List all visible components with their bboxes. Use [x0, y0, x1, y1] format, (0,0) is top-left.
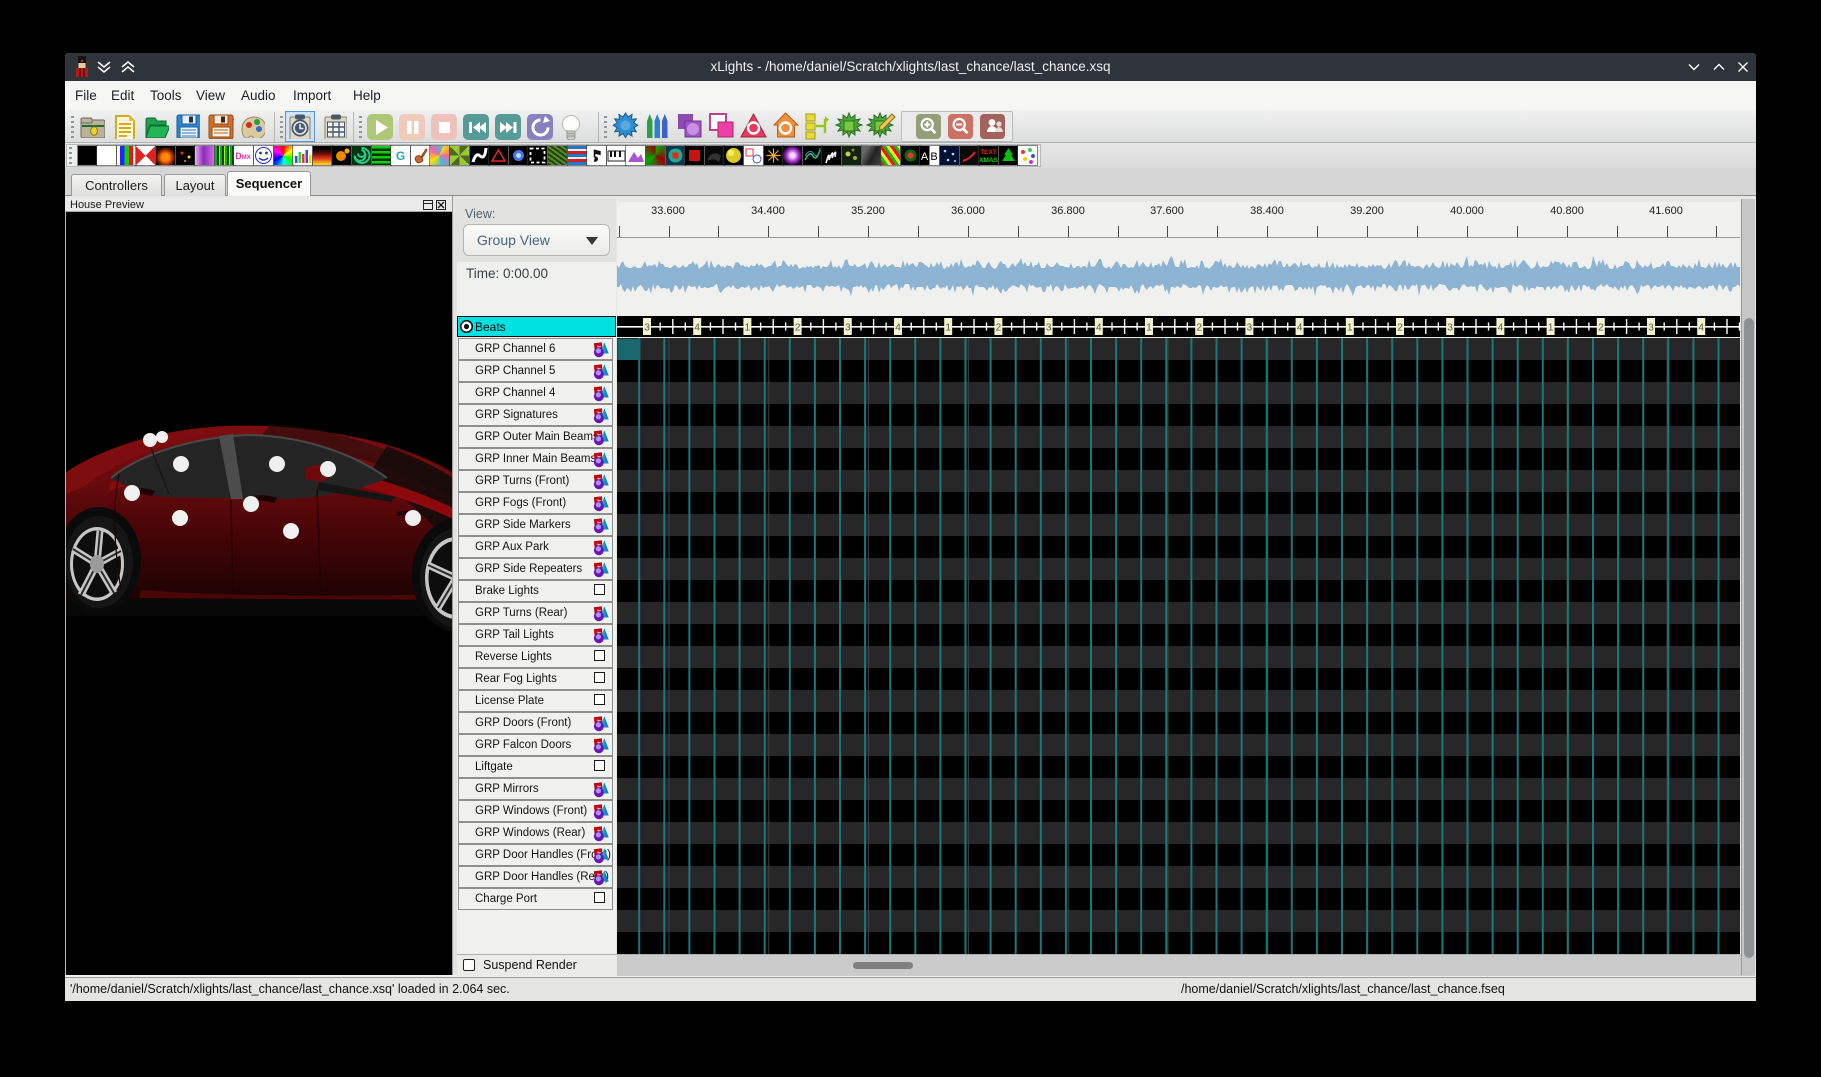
- svg-text:B: B: [931, 151, 938, 163]
- svg-text:3: 3: [1648, 323, 1654, 334]
- svg-text:G: G: [396, 149, 405, 163]
- svg-text:4: 4: [895, 323, 901, 334]
- svg-text:2: 2: [996, 323, 1002, 334]
- svg-text:2: 2: [1196, 323, 1202, 334]
- svg-text:XMAS: XMAS: [979, 157, 998, 164]
- svg-text:4: 4: [1698, 323, 1704, 334]
- svg-text:3: 3: [1046, 323, 1052, 334]
- svg-text:4: 4: [694, 323, 700, 334]
- svg-text:TEXT: TEXT: [980, 149, 997, 156]
- svg-text:2: 2: [1598, 323, 1604, 334]
- svg-text:3: 3: [644, 323, 650, 334]
- svg-text:1: 1: [745, 323, 751, 334]
- svg-text:4: 4: [1498, 323, 1504, 334]
- svg-text:3: 3: [845, 323, 851, 334]
- svg-text:3: 3: [1247, 323, 1253, 334]
- svg-text:1: 1: [1347, 323, 1353, 334]
- svg-text:DMX: DMX: [236, 151, 252, 161]
- svg-text:4: 4: [1096, 323, 1102, 334]
- svg-text:1: 1: [945, 323, 951, 334]
- svg-text:4: 4: [1297, 323, 1303, 334]
- svg-text:1: 1: [1146, 323, 1152, 334]
- svg-text:2: 2: [795, 323, 801, 334]
- svg-text:2: 2: [1397, 323, 1403, 334]
- svg-text:A: A: [921, 151, 929, 163]
- svg-text:1: 1: [1548, 323, 1554, 334]
- svg-text:3: 3: [1447, 323, 1453, 334]
